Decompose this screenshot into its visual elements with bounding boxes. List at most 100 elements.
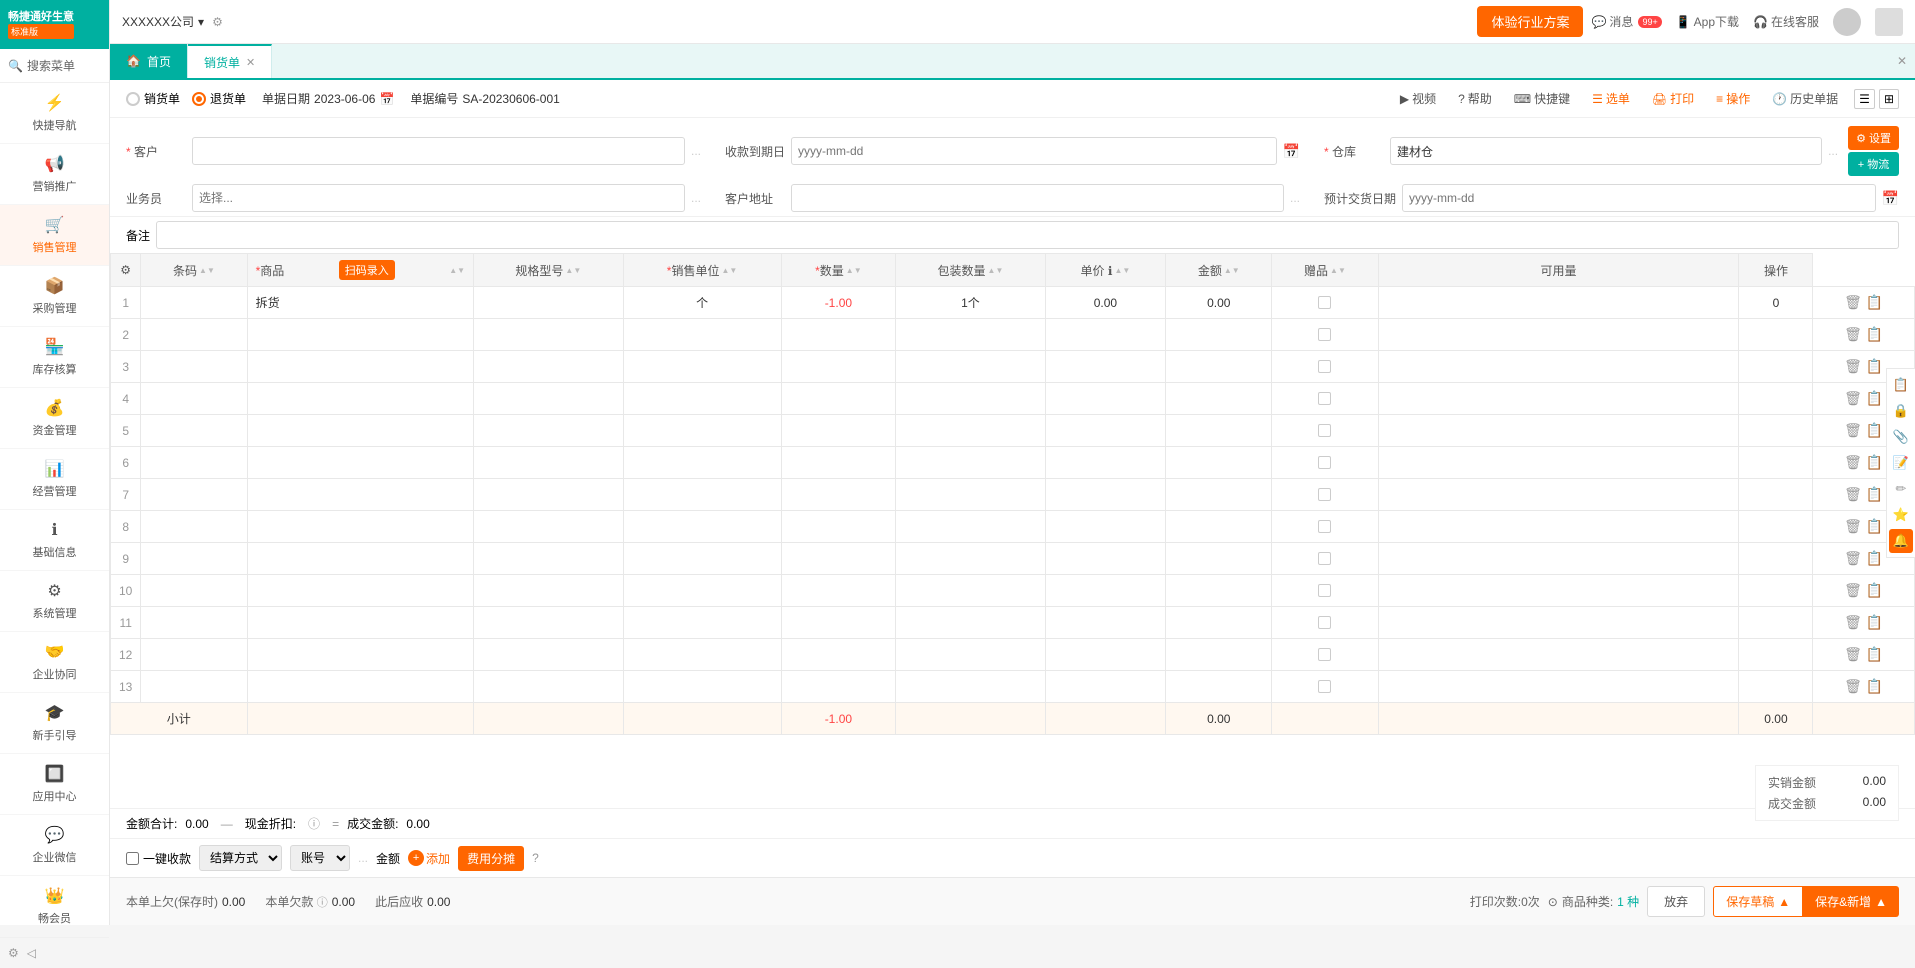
cell-barcode-6[interactable] <box>141 447 247 479</box>
sidebar-item-经营管理[interactable]: 📊经营管理 <box>0 449 109 510</box>
cell-gift-5[interactable] <box>1272 415 1378 447</box>
cell-spec-5[interactable] <box>474 415 624 447</box>
video-btn[interactable]: ▶ 视频 <box>1394 88 1442 109</box>
account-dots[interactable]: ... <box>358 851 368 865</box>
cell-gift-8[interactable] <box>1272 511 1378 543</box>
close-all-icon[interactable]: ✕ <box>1897 54 1907 68</box>
cell-gift-1[interactable] <box>1272 287 1378 319</box>
cell-amount-4[interactable] <box>1166 383 1272 415</box>
cell-product-4[interactable] <box>247 383 474 415</box>
settings-gear-icon[interactable]: ⚙ <box>212 15 223 29</box>
cell-price-12[interactable] <box>1045 639 1165 671</box>
cell-pack-1[interactable]: 1个 <box>896 287 1046 319</box>
cell-unit-6[interactable] <box>623 447 781 479</box>
cell-amount-7[interactable] <box>1166 479 1272 511</box>
cell-pack-7[interactable] <box>896 479 1046 511</box>
delete-icon-5[interactable]: 🗑 <box>1844 422 1862 439</box>
cell-amount-3[interactable] <box>1166 351 1272 383</box>
copy-icon-2[interactable]: 📋 <box>1866 326 1883 343</box>
cell-price-5[interactable] <box>1045 415 1165 447</box>
cell-barcode-5[interactable] <box>141 415 247 447</box>
cell-spec-6[interactable] <box>474 447 624 479</box>
account-select[interactable]: 账号 <box>290 845 350 871</box>
cell-spec-3[interactable] <box>474 351 624 383</box>
cell-gift-10[interactable] <box>1272 575 1378 607</box>
cell-barcode-10[interactable] <box>141 575 247 607</box>
gift-checkbox-7[interactable] <box>1318 488 1331 501</box>
float-btn-1[interactable]: 📋 <box>1889 373 1913 397</box>
cell-amount-10[interactable] <box>1166 575 1272 607</box>
gift-checkbox-13[interactable] <box>1318 680 1331 693</box>
cell-barcode-12[interactable] <box>141 639 247 671</box>
online-service-action[interactable]: 🎧 在线客服 <box>1753 13 1819 30</box>
gift-checkbox-1[interactable] <box>1318 296 1331 309</box>
cell-pack-2[interactable] <box>896 319 1046 351</box>
cell-price-2[interactable] <box>1045 319 1165 351</box>
float-btn-4[interactable]: 📝 <box>1889 451 1913 475</box>
settings-icon[interactable]: ⚙ <box>8 946 19 960</box>
sidebar-item-企业微信[interactable]: 💬企业微信 <box>0 815 109 876</box>
cell-product-6[interactable] <box>247 447 474 479</box>
copy-icon-10[interactable]: 📋 <box>1866 582 1883 599</box>
app-download-action[interactable]: 📱 App下载 <box>1676 13 1739 30</box>
delete-icon-2[interactable]: 🗑 <box>1844 326 1862 343</box>
cell-product-5[interactable] <box>247 415 474 447</box>
sidebar-item-新手引导[interactable]: 🎓新手引导 <box>0 693 109 754</box>
salesperson-dots[interactable]: ... <box>691 191 701 205</box>
help-circle-icon[interactable]: ⓘ <box>308 815 320 832</box>
cell-qty-6[interactable] <box>781 447 896 479</box>
gift-checkbox-6[interactable] <box>1318 456 1331 469</box>
cell-qty-3[interactable] <box>781 351 896 383</box>
cell-product-7[interactable] <box>247 479 474 511</box>
delete-icon-13[interactable]: 🗑 <box>1844 678 1862 695</box>
radio-sales[interactable]: 销货单 <box>126 90 180 107</box>
cell-spec-1[interactable] <box>474 287 624 319</box>
sidebar-item-企业协同[interactable]: 🤝企业协同 <box>0 632 109 693</box>
cell-price-7[interactable] <box>1045 479 1165 511</box>
customer-addr-dots[interactable]: ... <box>1290 191 1300 205</box>
cell-unit-12[interactable] <box>623 639 781 671</box>
cell-gift-12[interactable] <box>1272 639 1378 671</box>
sidebar-item-基础信息[interactable]: ℹ基础信息 <box>0 510 109 571</box>
customer-dots[interactable]: ... <box>691 144 701 158</box>
tab-home[interactable]: 🏠 首页 <box>110 44 188 78</box>
history-btn[interactable]: 🕐 历史单据 <box>1766 88 1844 109</box>
copy-icon-7[interactable]: 📋 <box>1866 486 1883 503</box>
cell-qty-10[interactable] <box>781 575 896 607</box>
float-btn-5[interactable]: ✏ <box>1889 477 1913 501</box>
copy-icon-5[interactable]: 📋 <box>1866 422 1883 439</box>
sidebar-item-应用中心[interactable]: 🔲应用中心 <box>0 754 109 815</box>
trial-button[interactable]: 体验行业方案 <box>1477 6 1583 37</box>
cell-qty-1[interactable]: -1.00 <box>781 287 896 319</box>
cell-unit-13[interactable] <box>623 671 781 703</box>
collapse-icon[interactable]: ◁ <box>27 946 36 960</box>
cell-amount-5[interactable] <box>1166 415 1272 447</box>
tab-close-icon[interactable]: ✕ <box>246 56 255 69</box>
cell-pack-9[interactable] <box>896 543 1046 575</box>
cell-spec-9[interactable] <box>474 543 624 575</box>
gift-checkbox-2[interactable] <box>1318 328 1331 341</box>
float-btn-3[interactable]: 📎 <box>1889 425 1913 449</box>
cell-qty-12[interactable] <box>781 639 896 671</box>
cell-barcode-2[interactable] <box>141 319 247 351</box>
cell-pack-13[interactable] <box>896 671 1046 703</box>
delete-icon-11[interactable]: 🗑 <box>1844 614 1862 631</box>
delete-icon-6[interactable]: 🗑 <box>1844 454 1862 471</box>
cell-product-2[interactable] <box>247 319 474 351</box>
cell-spec-12[interactable] <box>474 639 624 671</box>
copy-icon-4[interactable]: 📋 <box>1866 390 1883 407</box>
gift-checkbox-10[interactable] <box>1318 584 1331 597</box>
cell-pack-10[interactable] <box>896 575 1046 607</box>
cell-barcode-9[interactable] <box>141 543 247 575</box>
cell-unit-8[interactable] <box>623 511 781 543</box>
sidebar-item-采购管理[interactable]: 📦采购管理 <box>0 266 109 327</box>
cell-price-9[interactable] <box>1045 543 1165 575</box>
warehouse-input[interactable] <box>1390 137 1822 165</box>
copy-icon-1[interactable]: 📋 <box>1866 294 1883 311</box>
delete-icon-10[interactable]: 🗑 <box>1844 582 1862 599</box>
cell-unit-4[interactable] <box>623 383 781 415</box>
cell-barcode-3[interactable] <box>141 351 247 383</box>
grid-view-btn[interactable]: ⊞ <box>1879 89 1899 109</box>
cell-gift-4[interactable] <box>1272 383 1378 415</box>
cell-price-13[interactable] <box>1045 671 1165 703</box>
